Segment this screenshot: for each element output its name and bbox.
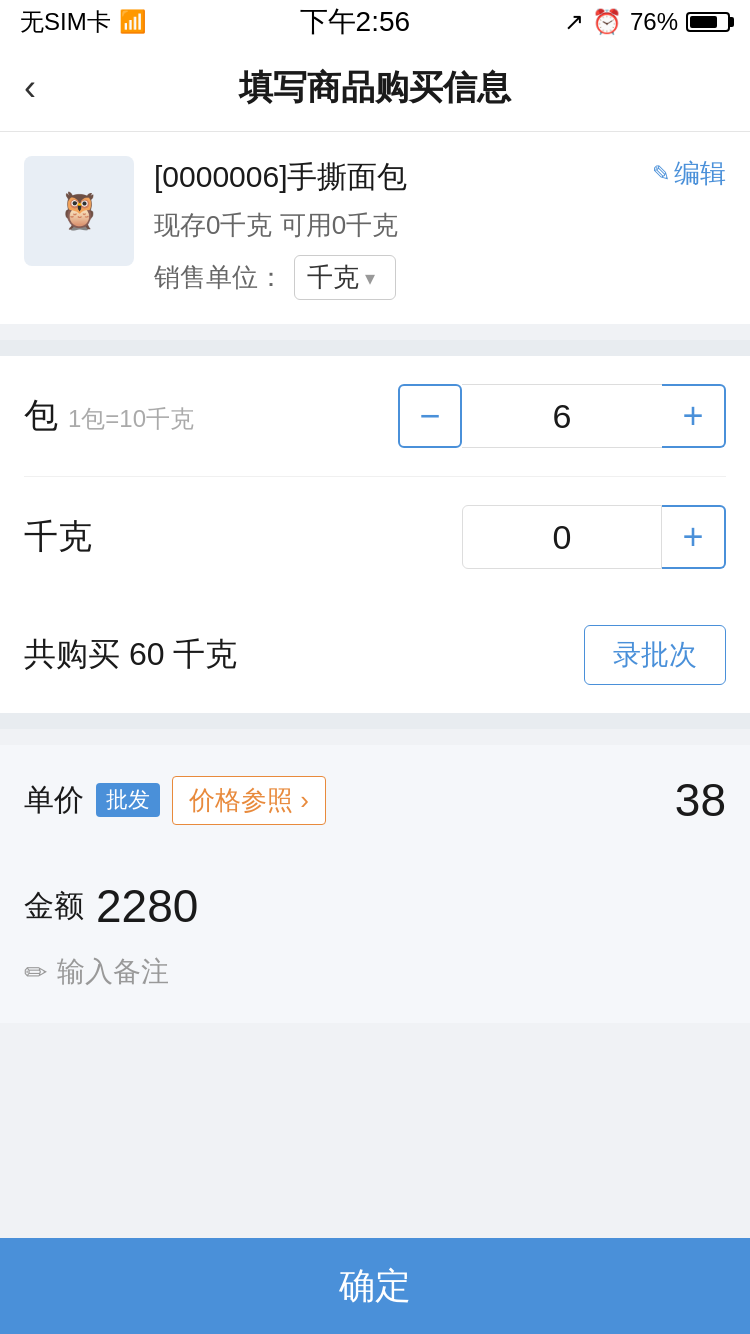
bao-label-sub: 1包=10千克 — [68, 403, 194, 435]
confirm-button[interactable]: 确定 — [0, 1238, 750, 1334]
product-card: 🦉 [0000006]手撕面包 ✎ 编辑 现存0千克 可用0千克 销售单位： 千… — [0, 132, 750, 324]
price-tag: 批发 — [96, 783, 160, 817]
input-section: 包 1包=10千克 − + 千克 + — [0, 356, 750, 597]
product-thumbnail: 🦉 — [24, 156, 134, 266]
product-name: [0000006]手撕面包 — [154, 156, 652, 198]
back-button[interactable]: ‹ — [24, 67, 36, 109]
product-icon: 🦉 — [57, 190, 102, 232]
battery-icon — [686, 12, 730, 32]
product-stock: 现存0千克 可用0千克 — [154, 208, 726, 243]
amount-label: 金额 — [24, 886, 84, 927]
carrier-label: 无SIM卡 — [20, 6, 111, 38]
pencil-icon: ✏ — [24, 956, 47, 989]
bao-quantity-input[interactable] — [462, 384, 662, 448]
unit-value: 千克 — [307, 260, 359, 295]
status-right: ↗ ⏰ 76% — [564, 8, 730, 36]
bao-label-main: 包 — [24, 393, 58, 439]
bao-input-row: 包 1包=10千克 − + — [24, 356, 726, 477]
unit-arrow-icon: ▾ — [365, 266, 375, 290]
qianke-plus-button[interactable]: + — [662, 505, 726, 569]
remark-row[interactable]: ✏ 输入备注 — [24, 953, 726, 991]
bao-minus-button[interactable]: − — [398, 384, 462, 448]
qianke-input-row: 千克 + — [24, 477, 726, 597]
unit-prefix-label: 销售单位： — [154, 260, 284, 295]
unit-select[interactable]: 千克 ▾ — [294, 255, 396, 300]
amount-value: 2280 — [96, 879, 198, 933]
price-value: 38 — [675, 773, 726, 827]
price-ref-button[interactable]: 价格参照 › — [172, 776, 326, 825]
remark-text: 输入备注 — [57, 953, 169, 991]
edit-button[interactable]: ✎ 编辑 — [652, 156, 726, 191]
section-divider-2 — [0, 713, 750, 729]
product-unit-row: 销售单位： 千克 ▾ — [154, 255, 726, 300]
wifi-icon: 📶 — [119, 9, 146, 35]
amount-row: 金额 2280 — [24, 879, 726, 933]
price-section: 单价 批发 价格参照 › 38 — [0, 745, 750, 855]
edit-icon: ✎ — [652, 161, 670, 187]
bao-plus-button[interactable]: + — [662, 384, 726, 448]
status-left: 无SIM卡 📶 — [20, 6, 146, 38]
nav-bar: ‹ 填写商品购买信息 — [0, 44, 750, 132]
page-title: 填写商品购买信息 — [239, 65, 511, 111]
battery-label: 76% — [630, 8, 678, 36]
qianke-quantity-input[interactable] — [462, 505, 662, 569]
product-name-row: [0000006]手撕面包 ✎ 编辑 — [154, 156, 726, 198]
price-label: 单价 — [24, 780, 84, 821]
batch-button[interactable]: 录批次 — [584, 625, 726, 685]
qianke-controls: + — [462, 505, 726, 569]
bao-label: 包 1包=10千克 — [24, 393, 194, 439]
status-bar: 无SIM卡 📶 下午2:56 ↗ ⏰ 76% — [0, 0, 750, 44]
price-left: 单价 批发 价格参照 › — [24, 776, 326, 825]
qianke-label-main: 千克 — [24, 514, 92, 560]
total-text: 共购买 60 千克 — [24, 633, 237, 677]
section-divider-1 — [0, 340, 750, 356]
location-icon: ↗ — [564, 8, 584, 36]
total-section: 共购买 60 千克 录批次 — [0, 597, 750, 713]
qianke-label: 千克 — [24, 514, 92, 560]
amount-section: 金额 2280 ✏ 输入备注 — [0, 855, 750, 1023]
status-time: 下午2:56 — [300, 3, 411, 41]
bao-controls: − + — [398, 384, 726, 448]
alarm-icon: ⏰ — [592, 8, 622, 36]
product-info: [0000006]手撕面包 ✎ 编辑 现存0千克 可用0千克 销售单位： 千克 … — [154, 156, 726, 300]
